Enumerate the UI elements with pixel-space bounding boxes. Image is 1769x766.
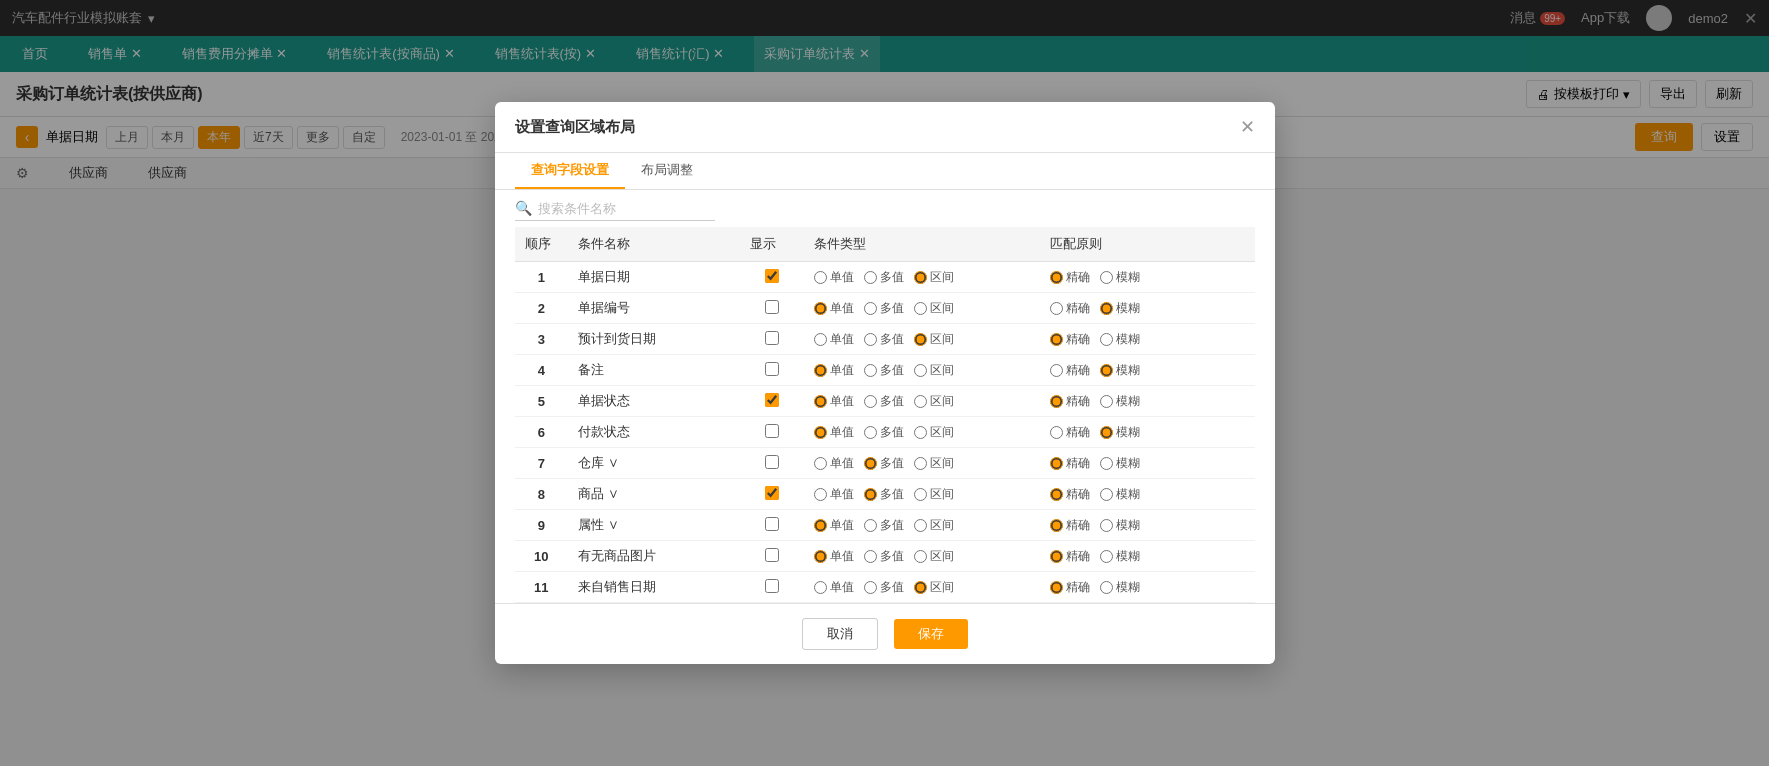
modal-header: 设置查询区域布局 ✕ xyxy=(495,102,1275,153)
settings-modal: 设置查询区域布局 ✕ 查询字段设置 布局调整 🔍 顺序 条件名称 显示 xyxy=(495,102,1275,189)
modal-tabs: 查询字段设置 布局调整 xyxy=(495,153,1275,189)
modal-close-icon[interactable]: ✕ xyxy=(1240,116,1255,138)
modal-title: 设置查询区域布局 xyxy=(515,118,635,137)
tab-query-fields[interactable]: 查询字段设置 xyxy=(515,153,625,189)
modal-overlay: 设置查询区域布局 ✕ 查询字段设置 布局调整 🔍 顺序 条件名称 显示 xyxy=(0,0,1769,189)
tab-layout-adjust[interactable]: 布局调整 xyxy=(625,153,709,189)
